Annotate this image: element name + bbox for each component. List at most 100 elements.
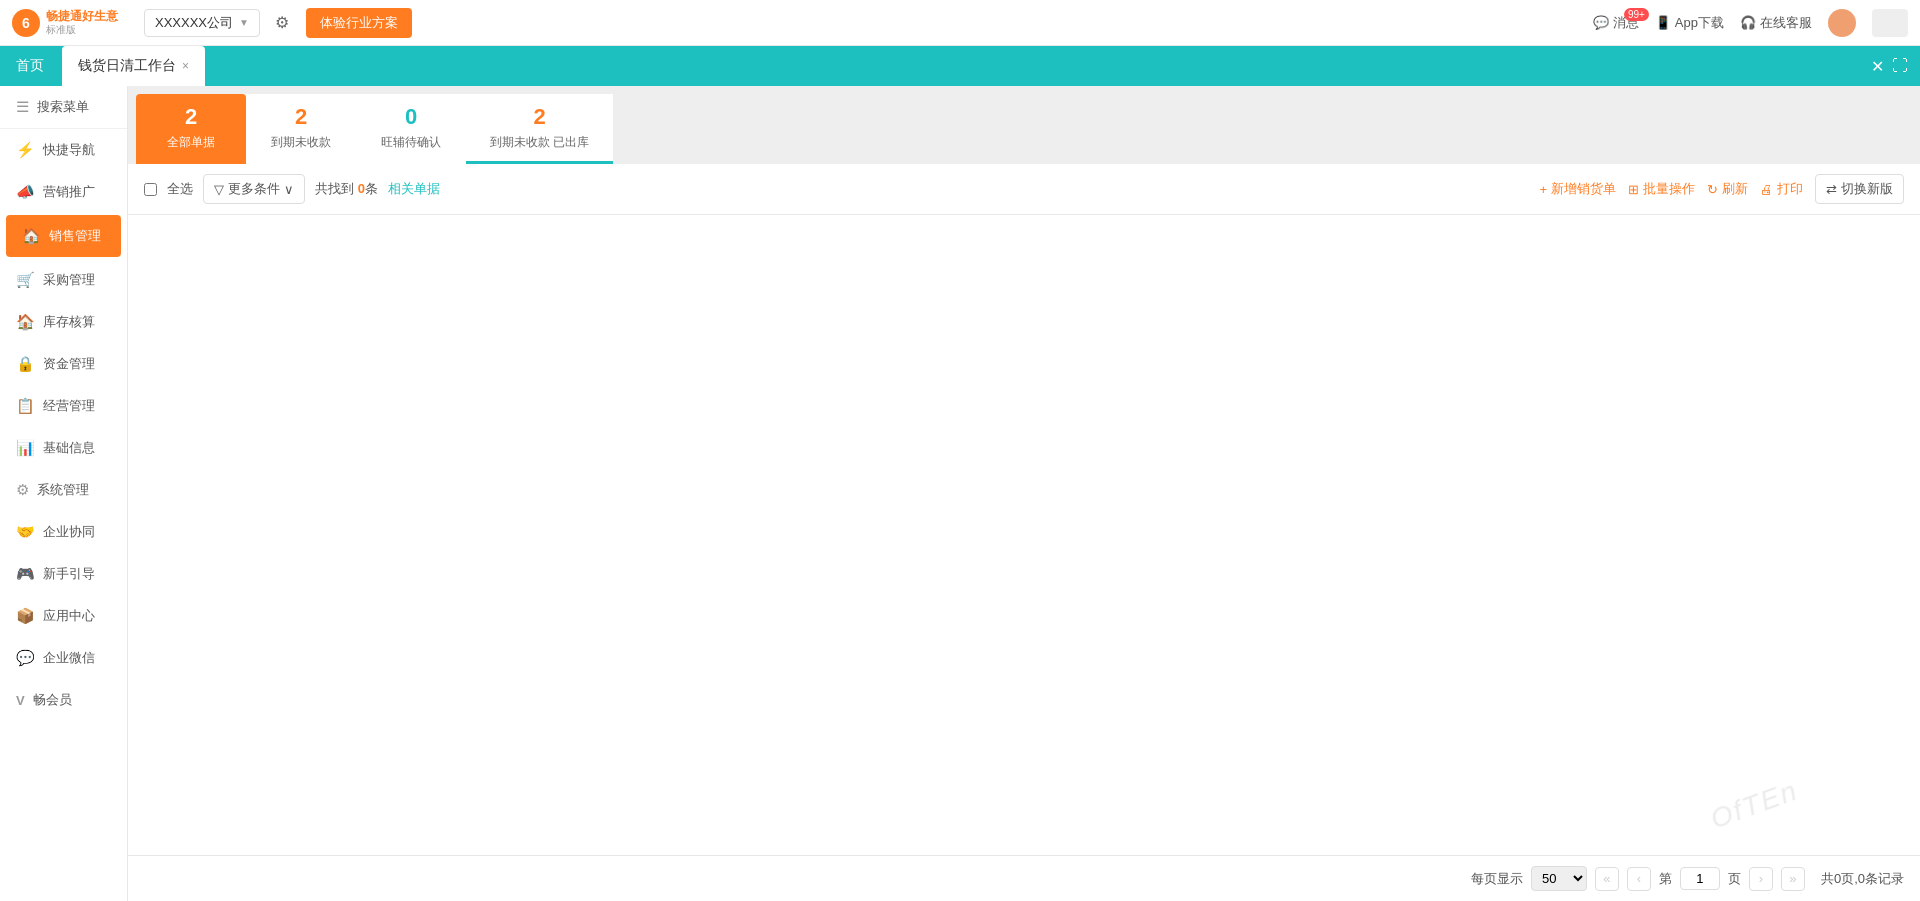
stats-tabs-container: 2 全部单据 2 到期未收款 0 旺辅待确认 2 到期未收款 已出库 xyxy=(128,86,1920,164)
next-page-button[interactable]: › xyxy=(1749,867,1773,891)
purchase-icon: 🛒 xyxy=(16,271,35,289)
stat-tab-wangwang[interactable]: 0 旺辅待确认 xyxy=(356,94,466,164)
sidebar-item-finance[interactable]: 🔒 资金管理 xyxy=(0,343,127,385)
tab-close-icon[interactable]: × xyxy=(182,59,189,73)
company-selector[interactable]: XXXXXX公司 ▼ xyxy=(144,9,260,37)
settings-button[interactable]: ⚙ xyxy=(268,9,296,37)
operations-icon: 📋 xyxy=(16,397,35,415)
page-label: 第 xyxy=(1659,870,1672,888)
tab-home[interactable]: 首页 xyxy=(0,46,60,86)
sidebar-item-sales[interactable]: 🏠 销售管理 xyxy=(6,215,121,257)
app-download-button[interactable]: 📱 App下载 xyxy=(1655,14,1724,32)
switch-icon: ⇄ xyxy=(1826,182,1837,197)
filter-label: 更多条件 xyxy=(228,180,280,198)
prev-page-button[interactable]: ‹ xyxy=(1627,867,1651,891)
finance-icon: 🔒 xyxy=(16,355,35,373)
logo-area: 6 畅捷通好生意 标准版 xyxy=(12,9,140,37)
sidebar-item-purchase[interactable]: 🛒 采购管理 xyxy=(0,259,127,301)
stat-label-wangwang: 旺辅待确认 xyxy=(380,134,442,151)
inventory-icon: 🏠 xyxy=(16,313,35,331)
sidebar-item-label-apps: 应用中心 xyxy=(43,607,95,625)
sidebar-item-label-member: 畅会员 xyxy=(33,691,72,709)
print-button[interactable]: 🖨 打印 xyxy=(1760,180,1803,198)
window-expand-icon[interactable]: ⛶ xyxy=(1892,57,1908,75)
stat-tab-overdue[interactable]: 2 到期未收款 xyxy=(246,94,356,164)
sidebar: ☰ 搜索菜单 ⚡ 快捷导航 📣 营销推广 🏠 销售管理 🛒 采购管理 🏠 库存核… xyxy=(0,86,128,901)
message-badge: 99+ xyxy=(1624,8,1649,21)
sidebar-item-basics[interactable]: 📊 基础信息 xyxy=(0,427,127,469)
message-button[interactable]: 💬 消息 99+ xyxy=(1593,14,1639,32)
phone-icon: 📱 xyxy=(1655,15,1671,30)
per-page-select[interactable]: 50 100 200 xyxy=(1531,866,1587,891)
last-page-button[interactable]: » xyxy=(1781,867,1805,891)
batch-operation-button[interactable]: ⊞ 批量操作 xyxy=(1628,180,1695,198)
page-number-input[interactable] xyxy=(1680,867,1720,890)
sidebar-item-operations[interactable]: 📋 经营管理 xyxy=(0,385,127,427)
enterprise-icon: 🤝 xyxy=(16,523,35,541)
sidebar-item-member[interactable]: V 畅会员 xyxy=(0,679,127,721)
add-order-button[interactable]: + 新增销货单 xyxy=(1539,180,1616,198)
found-count: 0 xyxy=(358,181,365,196)
related-orders-link[interactable]: 相关单据 xyxy=(388,180,440,198)
sales-icon: 🏠 xyxy=(22,227,41,245)
gear-icon: ⚙ xyxy=(275,13,289,32)
online-service-button[interactable]: 🎧 在线客服 xyxy=(1740,14,1812,32)
filter-icon: ▽ xyxy=(214,182,224,197)
sidebar-item-label-purchase: 采购管理 xyxy=(43,271,95,289)
trial-button[interactable]: 体验行业方案 xyxy=(306,8,412,38)
apps-icon: 📦 xyxy=(16,607,35,625)
sidebar-item-label-operations: 经营管理 xyxy=(43,397,95,415)
message-icon: 💬 xyxy=(1593,15,1609,30)
sidebar-item-apps[interactable]: 📦 应用中心 xyxy=(0,595,127,637)
filter-button[interactable]: ▽ 更多条件 ∨ xyxy=(203,174,305,204)
content-panel: 2 全部单据 2 到期未收款 0 旺辅待确认 2 到期未收款 已出库 全选 xyxy=(128,86,1920,901)
tab-active[interactable]: 钱货日清工作台 × xyxy=(62,46,205,86)
first-page-button[interactable]: « xyxy=(1595,867,1619,891)
add-order-label: 新增销货单 xyxy=(1551,180,1616,198)
sidebar-item-label-wechat: 企业微信 xyxy=(43,649,95,667)
main-area: ☰ 搜索菜单 ⚡ 快捷导航 📣 营销推广 🏠 销售管理 🛒 采购管理 🏠 库存核… xyxy=(0,86,1920,901)
sidebar-item-guide[interactable]: 🎮 新手引导 xyxy=(0,553,127,595)
window-close-icon[interactable]: ✕ xyxy=(1871,57,1884,76)
sidebar-item-quick-nav[interactable]: ⚡ 快捷导航 xyxy=(0,129,127,171)
top-header: 6 畅捷通好生意 标准版 XXXXXX公司 ▼ ⚙ 体验行业方案 💬 消息 99… xyxy=(0,0,1920,46)
search-menu-icon: ☰ xyxy=(16,98,29,116)
app-logo-text: 畅捷通好生意 标准版 xyxy=(46,9,118,35)
stat-tab-shipped[interactable]: 2 到期未收款 已出库 xyxy=(466,94,613,164)
stat-num-all: 2 xyxy=(160,104,222,130)
sidebar-item-search[interactable]: ☰ 搜索菜单 xyxy=(0,86,127,129)
select-all-checkbox[interactable] xyxy=(144,183,157,196)
batch-icon: ⊞ xyxy=(1628,182,1639,197)
switch-label: 切换新版 xyxy=(1841,180,1893,198)
service-icon: 🎧 xyxy=(1740,15,1756,30)
filter-arrow-icon: ∨ xyxy=(284,182,294,197)
sidebar-item-label-guide: 新手引导 xyxy=(43,565,95,583)
sidebar-item-system[interactable]: ⚙ 系统管理 xyxy=(0,469,127,511)
lightning-icon: ⚡ xyxy=(16,141,35,159)
member-icon: V xyxy=(16,693,25,708)
sidebar-item-label-inventory: 库存核算 xyxy=(43,313,95,331)
stat-label-all: 全部单据 xyxy=(160,134,222,151)
stat-tab-all[interactable]: 2 全部单据 xyxy=(136,94,246,164)
refresh-button[interactable]: ↻ 刷新 xyxy=(1707,180,1748,198)
sidebar-item-inventory[interactable]: 🏠 库存核算 xyxy=(0,301,127,343)
pagination: 每页显示 50 100 200 « ‹ 第 页 › » 共0页,0条记录 xyxy=(128,855,1920,901)
toolbar: 全选 ▽ 更多条件 ∨ 共找到 0条 相关单据 + 新增销货单 ⊞ 批量操作 xyxy=(128,164,1920,215)
refresh-label: 刷新 xyxy=(1722,180,1748,198)
sidebar-item-marketing[interactable]: 📣 营销推广 xyxy=(0,171,127,213)
app-download-label: App下载 xyxy=(1675,14,1724,32)
user-info[interactable] xyxy=(1872,9,1908,37)
stat-num-shipped: 2 xyxy=(490,104,589,130)
tab-active-label: 钱货日清工作台 xyxy=(78,57,176,75)
sidebar-item-wechat[interactable]: 💬 企业微信 xyxy=(0,637,127,679)
wechat-icon: 💬 xyxy=(16,649,35,667)
switch-version-button[interactable]: ⇄ 切换新版 xyxy=(1815,174,1904,204)
tab-home-label: 首页 xyxy=(16,57,44,75)
sidebar-item-enterprise[interactable]: 🤝 企业协同 xyxy=(0,511,127,553)
company-name: XXXXXX公司 xyxy=(155,14,233,32)
tab-bar: 首页 钱货日清工作台 × ✕ ⛶ xyxy=(0,46,1920,86)
header-right: 💬 消息 99+ 📱 App下载 🎧 在线客服 xyxy=(1593,9,1908,37)
avatar[interactable] xyxy=(1828,9,1856,37)
print-icon: 🖨 xyxy=(1760,182,1773,197)
page-suffix: 页 xyxy=(1728,870,1741,888)
